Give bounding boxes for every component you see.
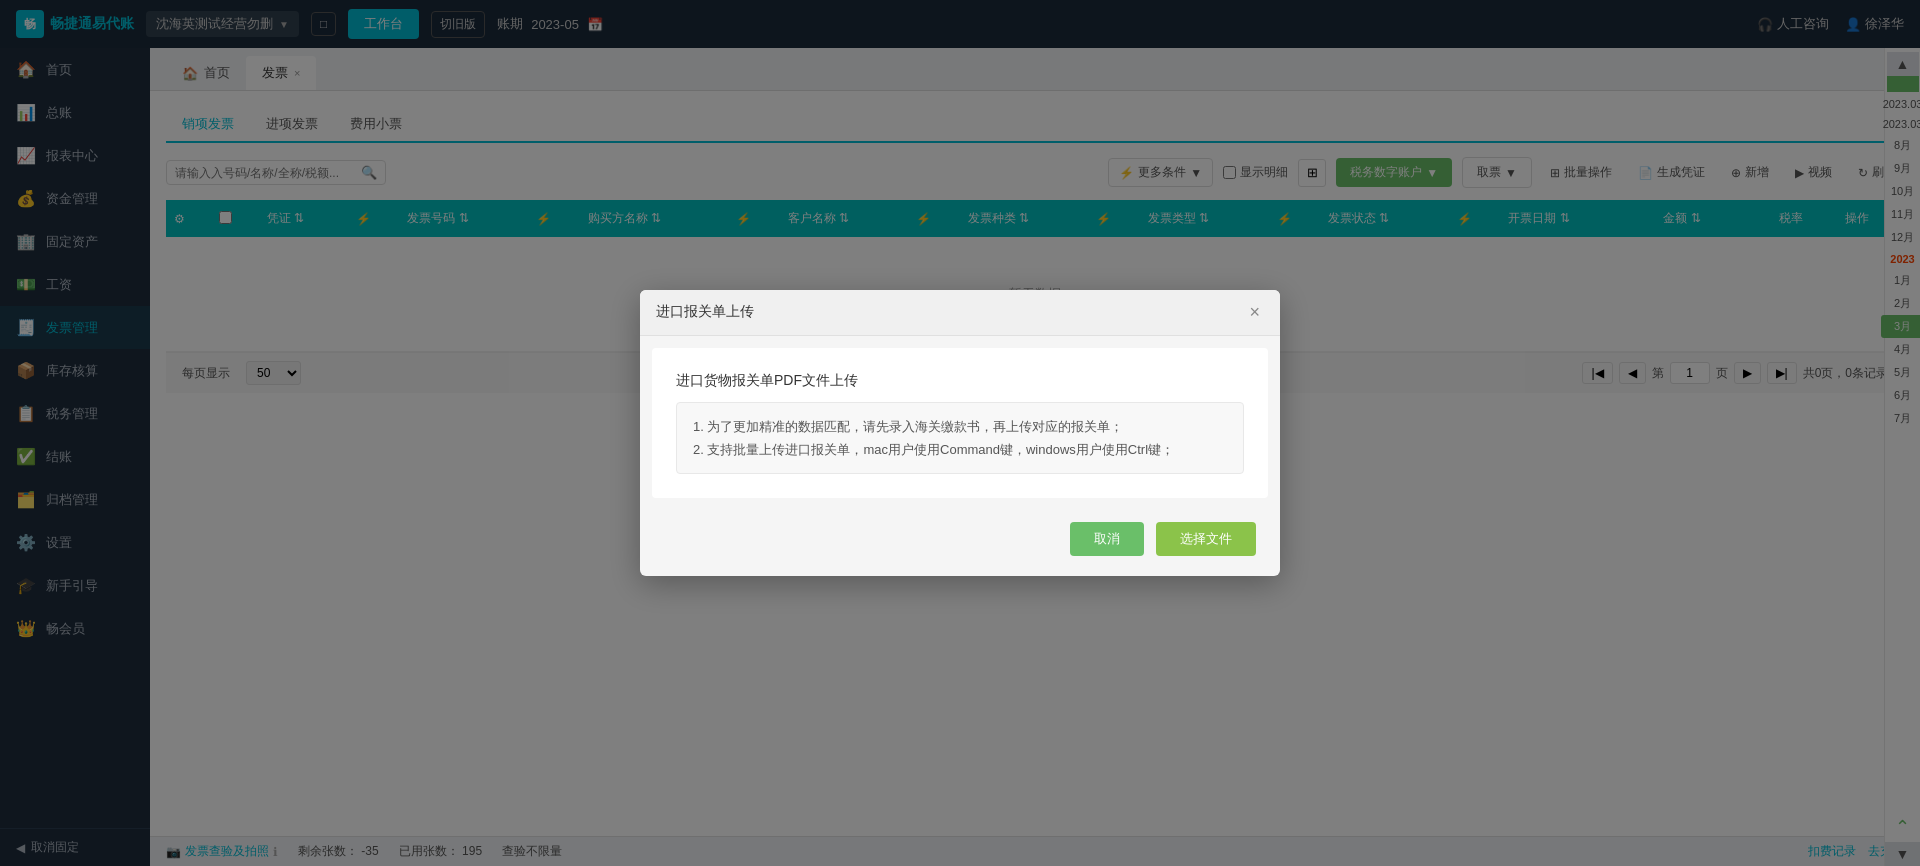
upload-title: 进口货物报关单PDF文件上传 (676, 372, 1244, 390)
modal-cancel-btn[interactable]: 取消 (1070, 522, 1144, 556)
import-customs-dialog: 进口报关单上传 × 进口货物报关单PDF文件上传 1. 为了更加精准的数据匹配，… (640, 290, 1280, 577)
modal-select-file-btn[interactable]: 选择文件 (1156, 522, 1256, 556)
modal-close-btn[interactable]: × (1245, 302, 1264, 323)
modal-header: 进口报关单上传 × (640, 290, 1280, 336)
upload-tip-2: 2. 支持批量上传进口报关单，mac用户使用Command键，windows用户… (693, 438, 1227, 461)
modal-body: 进口货物报关单PDF文件上传 1. 为了更加精准的数据匹配，请先录入海关缴款书，… (652, 348, 1268, 499)
modal-overlay: 进口报关单上传 × 进口货物报关单PDF文件上传 1. 为了更加精准的数据匹配，… (0, 0, 1920, 866)
upload-tip-1: 1. 为了更加精准的数据匹配，请先录入海关缴款书，再上传对应的报关单； (693, 415, 1227, 438)
upload-tips: 1. 为了更加精准的数据匹配，请先录入海关缴款书，再上传对应的报关单； 2. 支… (676, 402, 1244, 475)
modal-footer: 取消 选择文件 (640, 510, 1280, 576)
modal-title: 进口报关单上传 (656, 303, 754, 321)
